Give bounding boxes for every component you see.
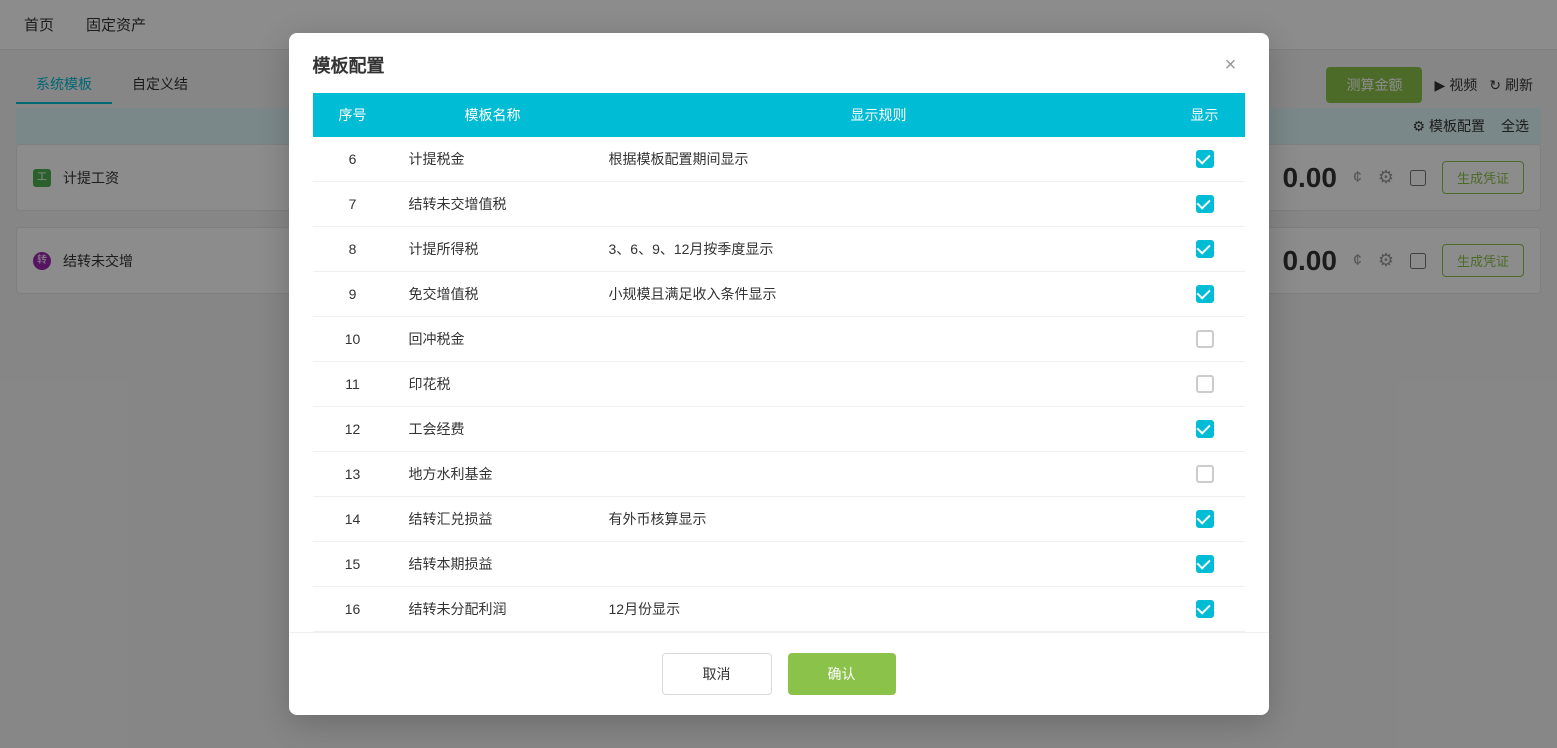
cell-rule [593, 407, 1165, 452]
col-header-name: 模板名称 [393, 93, 593, 137]
cell-display[interactable] [1165, 497, 1245, 542]
table-row: 14结转汇兑损益有外币核算显示 [313, 497, 1245, 542]
cell-index: 8 [313, 227, 393, 272]
cell-rule: 12月份显示 [593, 587, 1165, 632]
table-row: 16结转未分配利润12月份显示 [313, 587, 1245, 632]
cell-index: 7 [313, 182, 393, 227]
dialog-header: 模板配置 × [289, 33, 1269, 93]
cell-display[interactable] [1165, 182, 1245, 227]
cell-index: 9 [313, 272, 393, 317]
cell-rule: 3、6、9、12月按季度显示 [593, 227, 1165, 272]
cell-display[interactable] [1165, 272, 1245, 317]
cell-rule: 小规模且满足收入条件显示 [593, 272, 1165, 317]
table-row: 8计提所得税3、6、9、12月按季度显示 [313, 227, 1245, 272]
table-header-row: 序号 模板名称 显示规则 显示 [313, 93, 1245, 137]
cell-index: 16 [313, 587, 393, 632]
checkbox-checked[interactable] [1196, 600, 1214, 618]
table-row: 10回冲税金 [313, 317, 1245, 362]
checkbox-checked[interactable] [1196, 150, 1214, 168]
cell-display[interactable] [1165, 137, 1245, 182]
modal-overlay: 模板配置 × 序号 模板名称 显示规则 显示 6计提税金根据模板配置期间显示7结… [0, 0, 1557, 748]
table-row: 15结转本期损益 [313, 542, 1245, 587]
checkbox-checked[interactable] [1196, 195, 1214, 213]
cell-index: 11 [313, 362, 393, 407]
cell-name: 结转未交增值税 [393, 182, 593, 227]
cell-name: 回冲税金 [393, 317, 593, 362]
cell-rule [593, 182, 1165, 227]
cell-name: 结转未分配利润 [393, 587, 593, 632]
cell-display[interactable] [1165, 317, 1245, 362]
cell-name: 印花税 [393, 362, 593, 407]
cell-rule [593, 452, 1165, 497]
template-table: 序号 模板名称 显示规则 显示 6计提税金根据模板配置期间显示7结转未交增值税8… [313, 93, 1245, 632]
cell-name: 工会经费 [393, 407, 593, 452]
cell-rule: 有外币核算显示 [593, 497, 1165, 542]
cell-rule [593, 542, 1165, 587]
cell-name: 计提税金 [393, 137, 593, 182]
cell-index: 10 [313, 317, 393, 362]
cell-display[interactable] [1165, 227, 1245, 272]
cell-display[interactable] [1165, 542, 1245, 587]
cell-index: 6 [313, 137, 393, 182]
table-row: 9免交增值税小规模且满足收入条件显示 [313, 272, 1245, 317]
checkbox-checked[interactable] [1196, 420, 1214, 438]
cell-display[interactable] [1165, 407, 1245, 452]
table-row: 13地方水利基金 [313, 452, 1245, 497]
table-row: 12工会经费 [313, 407, 1245, 452]
dialog-title: 模板配置 [313, 52, 385, 78]
cell-index: 14 [313, 497, 393, 542]
cell-name: 结转本期损益 [393, 542, 593, 587]
checkbox-unchecked[interactable] [1196, 375, 1214, 393]
cell-display[interactable] [1165, 587, 1245, 632]
cancel-button[interactable]: 取消 [662, 653, 772, 695]
cell-display[interactable] [1165, 362, 1245, 407]
checkbox-checked[interactable] [1196, 510, 1214, 528]
table-row: 6计提税金根据模板配置期间显示 [313, 137, 1245, 182]
cell-index: 12 [313, 407, 393, 452]
cell-index: 15 [313, 542, 393, 587]
template-config-dialog: 模板配置 × 序号 模板名称 显示规则 显示 6计提税金根据模板配置期间显示7结… [289, 33, 1269, 715]
checkbox-checked[interactable] [1196, 240, 1214, 258]
confirm-button[interactable]: 确认 [788, 653, 896, 695]
cell-name: 地方水利基金 [393, 452, 593, 497]
table-row: 11印花税 [313, 362, 1245, 407]
dialog-footer: 取消 确认 [289, 632, 1269, 715]
cell-rule: 根据模板配置期间显示 [593, 137, 1165, 182]
cell-name: 免交增值税 [393, 272, 593, 317]
dialog-close-button[interactable]: × [1217, 51, 1245, 79]
dialog-table-container[interactable]: 序号 模板名称 显示规则 显示 6计提税金根据模板配置期间显示7结转未交增值税8… [289, 93, 1269, 632]
cell-name: 结转汇兑损益 [393, 497, 593, 542]
checkbox-checked[interactable] [1196, 555, 1214, 573]
checkbox-checked[interactable] [1196, 285, 1214, 303]
col-header-rule: 显示规则 [593, 93, 1165, 137]
checkbox-unchecked[interactable] [1196, 465, 1214, 483]
table-row: 7结转未交增值税 [313, 182, 1245, 227]
col-header-index: 序号 [313, 93, 393, 137]
col-header-display: 显示 [1165, 93, 1245, 137]
cell-rule [593, 317, 1165, 362]
cell-rule [593, 362, 1165, 407]
cell-name: 计提所得税 [393, 227, 593, 272]
cell-index: 13 [313, 452, 393, 497]
cell-display[interactable] [1165, 452, 1245, 497]
checkbox-unchecked[interactable] [1196, 330, 1214, 348]
